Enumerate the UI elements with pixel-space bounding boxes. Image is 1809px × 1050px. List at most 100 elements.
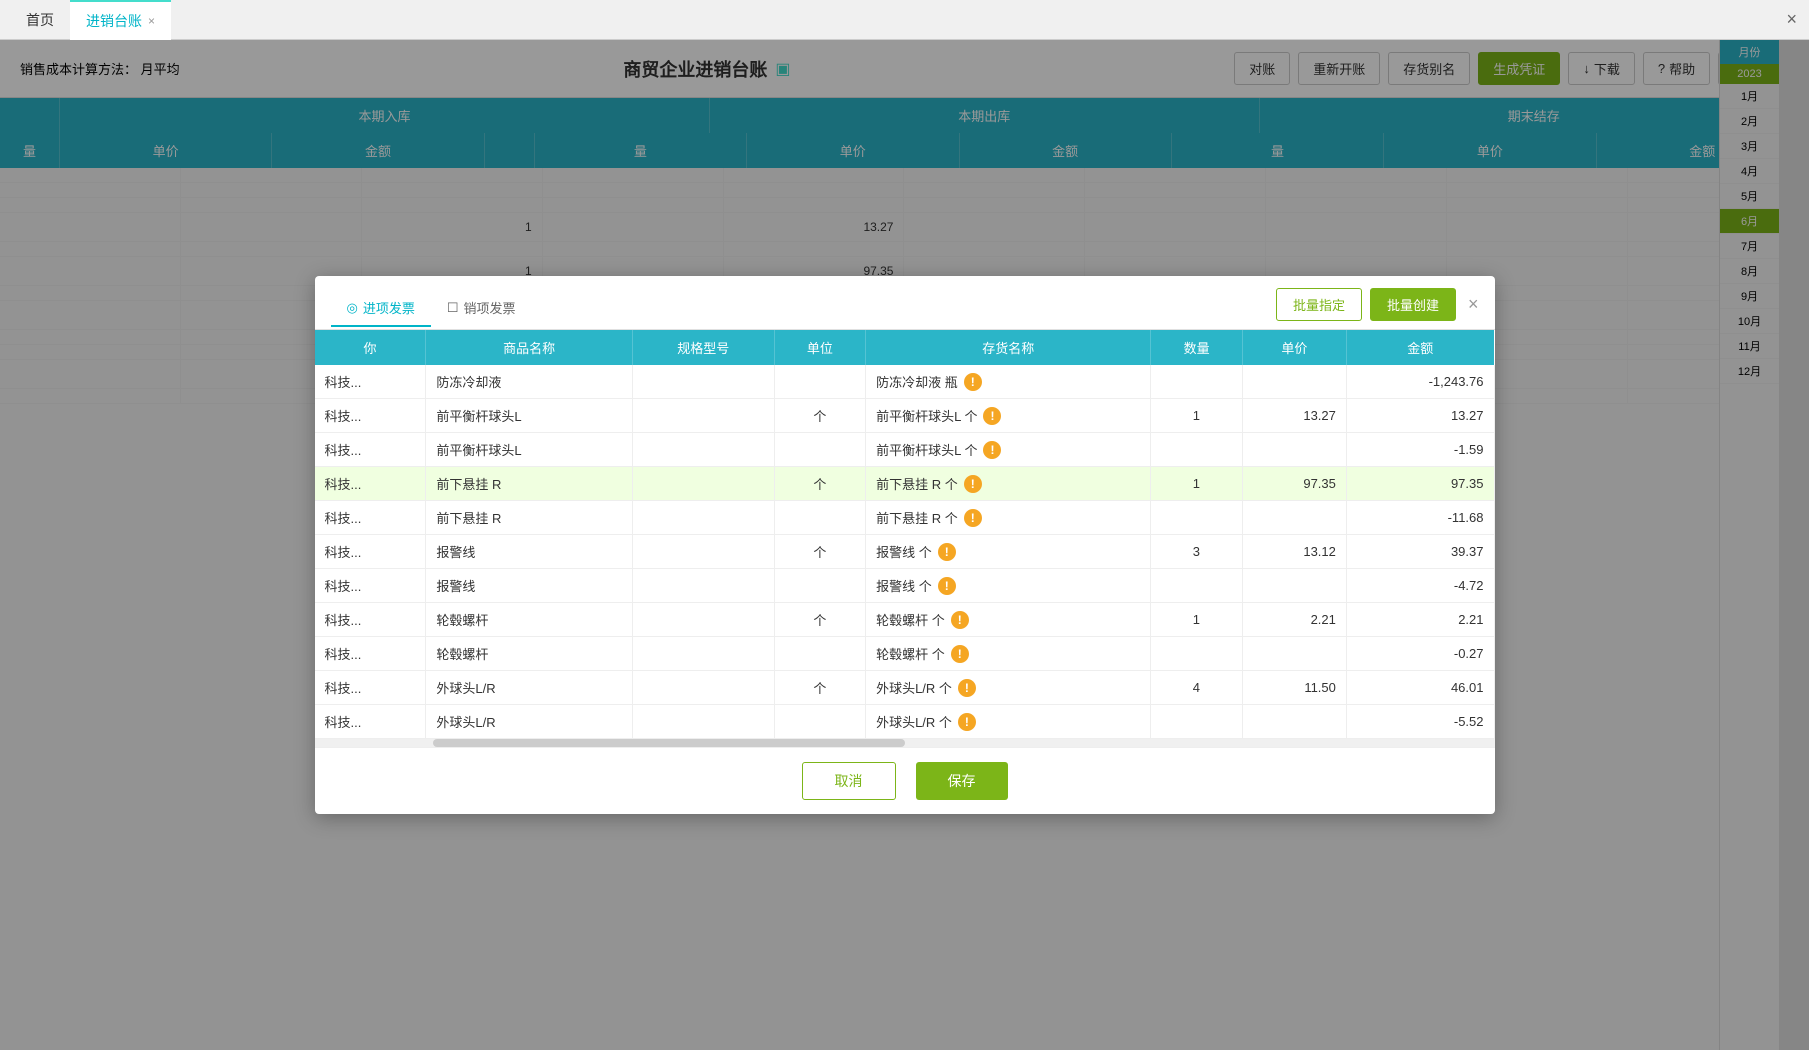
table-cell: 防冻冷却液 bbox=[426, 365, 632, 399]
table-cell: 1 bbox=[1151, 467, 1242, 501]
main-area: 销售成本计算方法： 月平均 商贸企业进销台账 ▣ 对账 重新开账 存货别名 生成… bbox=[0, 40, 1809, 1050]
table-cell: 个 bbox=[774, 535, 865, 569]
table-cell bbox=[632, 637, 774, 671]
table-cell: 报警线 bbox=[426, 535, 632, 569]
document-tab-icon: ☐ bbox=[447, 300, 459, 316]
table-cell: -1,243.76 bbox=[1346, 365, 1494, 399]
tab-ledger-close[interactable]: × bbox=[148, 14, 155, 28]
table-row: 科技...前平衡杆球头L前平衡杆球头L 个!-1.59 bbox=[315, 433, 1495, 467]
table-cell: 前平衡杆球头L bbox=[426, 399, 632, 433]
tab-home[interactable]: 首页 bbox=[10, 0, 70, 40]
table-row: 科技...轮毂螺杆轮毂螺杆 个!-0.27 bbox=[315, 637, 1495, 671]
col-header-stock-name: 存货名称 bbox=[866, 330, 1151, 365]
table-cell: 4 bbox=[1151, 671, 1242, 705]
table-cell: -11.68 bbox=[1346, 501, 1494, 535]
warning-icon: ! bbox=[964, 373, 982, 391]
modal-header: ◎ 进项发票 ☐ 销项发票 批量指定 批量创建 × bbox=[315, 276, 1495, 330]
table-cell: 轮毂螺杆 bbox=[426, 603, 632, 637]
table-cell bbox=[632, 671, 774, 705]
col-header-spec: 规格型号 bbox=[632, 330, 774, 365]
table-cell: 3 bbox=[1151, 535, 1242, 569]
table-cell bbox=[632, 365, 774, 399]
table-cell: 前下悬挂 R 个! bbox=[866, 467, 1151, 500]
modal-body: 你 商品名称 规格型号 单位 存货名称 数量 单价 金额 科技...防冻冷却液防… bbox=[315, 330, 1495, 747]
table-row: 科技...前下悬挂 R个前下悬挂 R 个!197.3597.35 bbox=[315, 467, 1495, 501]
table-cell: 39.37 bbox=[1346, 535, 1494, 569]
table-cell: 报警线 个! bbox=[866, 535, 1151, 568]
tab-bar: 首页 进销台账 × × bbox=[0, 0, 1809, 40]
table-cell bbox=[1242, 637, 1346, 671]
table-cell bbox=[632, 467, 774, 501]
batch-assign-button[interactable]: 批量指定 bbox=[1276, 288, 1362, 321]
table-cell: 1 bbox=[1151, 603, 1242, 637]
modal-close-button[interactable]: × bbox=[1468, 294, 1479, 323]
table-cell: 科技... bbox=[315, 467, 426, 501]
warning-icon: ! bbox=[951, 645, 969, 663]
col-header-unit-price: 单价 bbox=[1242, 330, 1346, 365]
save-button[interactable]: 保存 bbox=[916, 762, 1008, 800]
table-row: 科技...前平衡杆球头L个前平衡杆球头L 个!113.2713.27 bbox=[315, 399, 1495, 433]
table-cell bbox=[774, 433, 865, 467]
table-row: 科技...轮毂螺杆个轮毂螺杆 个!12.212.21 bbox=[315, 603, 1495, 637]
table-cell: 科技... bbox=[315, 671, 426, 705]
table-cell: 科技... bbox=[315, 399, 426, 433]
table-cell: -5.52 bbox=[1346, 705, 1494, 739]
table-cell: 科技... bbox=[315, 569, 426, 603]
table-cell: 外球头L/R 个! bbox=[866, 705, 1151, 738]
table-cell: 科技... bbox=[315, 501, 426, 535]
circle-check-icon: ◎ bbox=[347, 300, 358, 316]
modal-tab-incoming[interactable]: ◎ 进项发票 bbox=[331, 290, 431, 327]
table-row: 科技...防冻冷却液防冻冷却液 瓶!-1,243.76 bbox=[315, 365, 1495, 399]
warning-icon: ! bbox=[983, 441, 1001, 459]
modal-table-head: 你 商品名称 规格型号 单位 存货名称 数量 单价 金额 bbox=[315, 330, 1495, 365]
modal-table-body: 科技...防冻冷却液防冻冷却液 瓶!-1,243.76科技...前平衡杆球头L个… bbox=[315, 365, 1495, 739]
table-cell bbox=[1242, 365, 1346, 399]
cancel-button[interactable]: 取消 bbox=[802, 762, 896, 800]
warning-icon: ! bbox=[964, 509, 982, 527]
table-cell: 报警线 个! bbox=[866, 569, 1151, 602]
table-row: 科技...外球头L/R外球头L/R 个!-5.52 bbox=[315, 705, 1495, 739]
table-cell: 前平衡杆球头L 个! bbox=[866, 433, 1151, 466]
table-row: 科技...外球头L/R个外球头L/R 个!411.5046.01 bbox=[315, 671, 1495, 705]
table-cell bbox=[1151, 705, 1242, 739]
warning-icon: ! bbox=[983, 407, 1001, 425]
table-cell: 个 bbox=[774, 467, 865, 501]
table-cell bbox=[632, 705, 774, 739]
table-cell: 个 bbox=[774, 603, 865, 637]
col-header-amount: 金额 bbox=[1346, 330, 1494, 365]
table-cell bbox=[774, 365, 865, 399]
table-cell: 13.27 bbox=[1346, 399, 1494, 433]
table-cell: 2.21 bbox=[1346, 603, 1494, 637]
table-cell: 1 bbox=[1151, 399, 1242, 433]
warning-icon: ! bbox=[938, 543, 956, 561]
table-cell: 前平衡杆球头L bbox=[426, 433, 632, 467]
window-close-button[interactable]: × bbox=[1786, 9, 1797, 30]
table-cell bbox=[632, 603, 774, 637]
table-cell: 报警线 bbox=[426, 569, 632, 603]
table-cell bbox=[774, 569, 865, 603]
table-cell: 11.50 bbox=[1242, 671, 1346, 705]
table-cell bbox=[1151, 637, 1242, 671]
table-row: 科技...前下悬挂 R前下悬挂 R 个!-11.68 bbox=[315, 501, 1495, 535]
col-header-qty: 数量 bbox=[1151, 330, 1242, 365]
batch-create-button[interactable]: 批量创建 bbox=[1370, 288, 1456, 321]
modal-tab-outgoing[interactable]: ☐ 销项发票 bbox=[431, 290, 532, 327]
table-cell: 13.27 bbox=[1242, 399, 1346, 433]
warning-icon: ! bbox=[938, 577, 956, 595]
modal-scrollbar[interactable] bbox=[315, 739, 1495, 747]
table-cell: 个 bbox=[774, 671, 865, 705]
tab-ledger[interactable]: 进销台账 × bbox=[70, 0, 171, 40]
table-cell: 科技... bbox=[315, 603, 426, 637]
warning-icon: ! bbox=[958, 679, 976, 697]
col-header-product-name: 商品名称 bbox=[426, 330, 632, 365]
modal-table: 你 商品名称 规格型号 单位 存货名称 数量 单价 金额 科技...防冻冷却液防… bbox=[315, 330, 1495, 739]
table-cell bbox=[632, 535, 774, 569]
tab-home-label: 首页 bbox=[26, 10, 54, 30]
table-cell: 2.21 bbox=[1242, 603, 1346, 637]
table-cell bbox=[632, 399, 774, 433]
modal-scrollbar-thumb[interactable] bbox=[433, 739, 905, 747]
table-cell: -0.27 bbox=[1346, 637, 1494, 671]
table-cell: -1.59 bbox=[1346, 433, 1494, 467]
table-cell bbox=[1242, 433, 1346, 467]
modal-dialog: ◎ 进项发票 ☐ 销项发票 批量指定 批量创建 × 你 bbox=[315, 276, 1495, 814]
